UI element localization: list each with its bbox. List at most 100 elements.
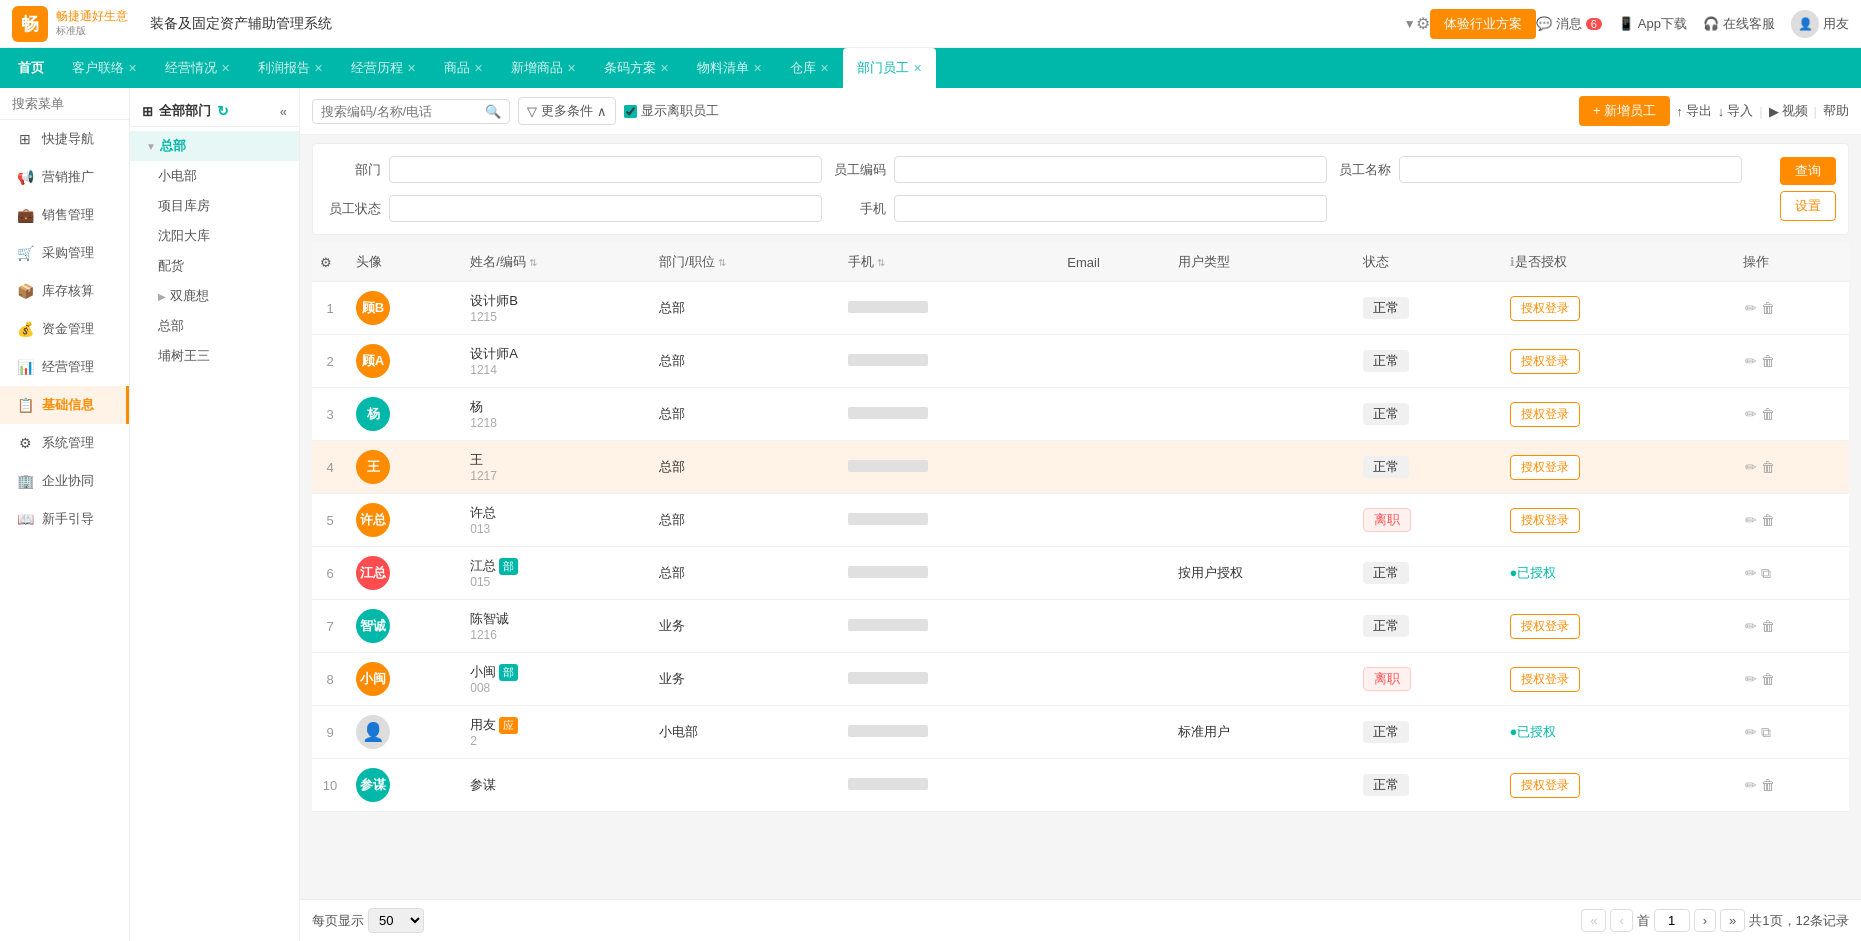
tab-customer[interactable]: 客户联络 ✕: [58, 48, 151, 88]
delete-icon[interactable]: 🗑: [1761, 618, 1775, 634]
delete-icon[interactable]: 🗑: [1761, 406, 1775, 422]
close-profit[interactable]: ✕: [314, 62, 323, 75]
delete-icon[interactable]: 🗑: [1761, 459, 1775, 475]
sidebar-item-enterprise[interactable]: 🏢 企业协同: [0, 462, 129, 500]
settings-icon[interactable]: ⚙: [1416, 14, 1430, 33]
emp-name-filter-input[interactable]: [1399, 156, 1742, 183]
set-button[interactable]: 设置: [1780, 191, 1836, 221]
emp-code-filter-input[interactable]: [894, 156, 1327, 183]
sidebar-item-operation[interactable]: 📊 经营管理: [0, 348, 129, 386]
delete-icon[interactable]: 🗑: [1761, 512, 1775, 528]
dept-filter-select[interactable]: [389, 156, 822, 183]
delete-icon[interactable]: 🗑: [1761, 353, 1775, 369]
close-history[interactable]: ✕: [407, 62, 416, 75]
service-btn[interactable]: 🎧 在线客服: [1703, 15, 1775, 33]
dept-node-xiao-dian[interactable]: 小电部: [130, 161, 299, 191]
close-barcode[interactable]: ✕: [660, 62, 669, 75]
dept-node-shenyang[interactable]: 沈阳大库: [130, 221, 299, 251]
phone-filter-input[interactable]: [894, 195, 1327, 222]
dept-tree-collapse-icon[interactable]: «: [280, 104, 287, 119]
sidebar-item-purchase[interactable]: 🛒 采购管理: [0, 234, 129, 272]
copy-icon[interactable]: ⧉: [1761, 565, 1771, 581]
add-employee-button[interactable]: + 新增员工: [1579, 96, 1670, 126]
trial-button[interactable]: 体验行业方案: [1430, 9, 1536, 39]
col-dept[interactable]: 部门/职位⇅: [651, 243, 840, 282]
auth-login-button[interactable]: 授权登录: [1510, 667, 1580, 692]
sidebar-item-marketing[interactable]: 📢 营销推广: [0, 158, 129, 196]
close-bom[interactable]: ✕: [753, 62, 762, 75]
sidebar-item-system[interactable]: ⚙ 系统管理: [0, 424, 129, 462]
sidebar-search-input[interactable]: [12, 96, 130, 111]
last-page-btn[interactable]: »: [1720, 909, 1745, 932]
message-btn[interactable]: 💬 消息 6: [1536, 15, 1602, 33]
delete-icon[interactable]: 🗑: [1761, 671, 1775, 687]
dept-node-pumiao[interactable]: 埔树王三: [130, 341, 299, 371]
close-department[interactable]: ✕: [913, 62, 922, 75]
tab-profit[interactable]: 利润报告 ✕: [244, 48, 337, 88]
tab-home[interactable]: 首页: [4, 48, 58, 88]
tab-add-goods[interactable]: 新增商品 ✕: [497, 48, 590, 88]
auth-login-button[interactable]: 授权登录: [1510, 773, 1580, 798]
edit-icon[interactable]: ✏: [1745, 565, 1757, 581]
app-download-btn[interactable]: 📱 App下载: [1618, 15, 1687, 33]
system-title-dropdown[interactable]: ▼: [1404, 17, 1416, 31]
delete-icon[interactable]: 🗑: [1761, 300, 1775, 316]
tab-barcode[interactable]: 条码方案 ✕: [590, 48, 683, 88]
dept-node-zongbu-root[interactable]: ▼ 总部: [130, 131, 299, 161]
next-page-btn[interactable]: ›: [1694, 909, 1716, 932]
tab-department[interactable]: 部门员工 ✕: [843, 48, 936, 88]
tab-warehouse[interactable]: 仓库 ✕: [776, 48, 843, 88]
status-filter-select[interactable]: [389, 195, 822, 222]
edit-icon[interactable]: ✏: [1745, 300, 1757, 316]
import-btn[interactable]: ↓ 导入: [1718, 102, 1754, 120]
dept-node-shuanglu[interactable]: ▶ 双鹿想: [130, 281, 299, 311]
search-icon[interactable]: 🔍: [485, 104, 501, 119]
col-name[interactable]: 姓名/编码⇅: [462, 243, 651, 282]
delete-icon[interactable]: 🗑: [1761, 777, 1775, 793]
tab-bom[interactable]: 物料清单 ✕: [683, 48, 776, 88]
edit-icon[interactable]: ✏: [1745, 618, 1757, 634]
sidebar-item-sales[interactable]: 💼 销售管理: [0, 196, 129, 234]
edit-icon[interactable]: ✏: [1745, 724, 1757, 740]
sidebar-item-finance[interactable]: 💰 资金管理: [0, 310, 129, 348]
dept-node-zongbu2[interactable]: 总部: [130, 311, 299, 341]
show-departed-label[interactable]: 显示离职员工: [624, 102, 719, 120]
tab-operation[interactable]: 经营情况 ✕: [151, 48, 244, 88]
view-btn[interactable]: ▶ 视频: [1769, 102, 1808, 120]
dept-tree-refresh-icon[interactable]: ↻: [217, 103, 229, 119]
close-customer[interactable]: ✕: [128, 62, 137, 75]
auth-login-button[interactable]: 授权登录: [1510, 402, 1580, 427]
sidebar-item-basic-info[interactable]: 📋 基础信息: [0, 386, 129, 424]
edit-icon[interactable]: ✏: [1745, 406, 1757, 422]
dept-node-peihuo[interactable]: 配货: [130, 251, 299, 281]
search-input[interactable]: [321, 104, 481, 119]
col-auth[interactable]: ℹ是否授权: [1502, 243, 1699, 282]
edit-icon[interactable]: ✏: [1745, 777, 1757, 793]
close-warehouse[interactable]: ✕: [820, 62, 829, 75]
edit-icon[interactable]: ✏: [1745, 353, 1757, 369]
sidebar-item-quick-nav[interactable]: ⊞ 快捷导航: [0, 120, 129, 158]
query-button[interactable]: 查询: [1780, 157, 1836, 185]
auth-login-button[interactable]: 授权登录: [1510, 455, 1580, 480]
auth-login-button[interactable]: 授权登录: [1510, 508, 1580, 533]
prev-page-btn[interactable]: ‹: [1610, 909, 1632, 932]
tab-goods[interactable]: 商品 ✕: [430, 48, 497, 88]
col-phone[interactable]: 手机⇅: [840, 243, 1059, 282]
help-btn[interactable]: 帮助: [1823, 102, 1849, 120]
col-settings[interactable]: ⚙: [312, 243, 348, 282]
edit-icon[interactable]: ✏: [1745, 671, 1757, 687]
edit-icon[interactable]: ✏: [1745, 512, 1757, 528]
first-page-btn[interactable]: «: [1581, 909, 1606, 932]
export-btn[interactable]: ↑ 导出: [1676, 102, 1712, 120]
auth-login-button[interactable]: 授权登录: [1510, 296, 1580, 321]
sidebar-item-inventory[interactable]: 📦 库存核算: [0, 272, 129, 310]
auth-login-button[interactable]: 授权登录: [1510, 614, 1580, 639]
close-goods[interactable]: ✕: [474, 62, 483, 75]
tab-history[interactable]: 经营历程 ✕: [337, 48, 430, 88]
edit-icon[interactable]: ✏: [1745, 459, 1757, 475]
close-add-goods[interactable]: ✕: [567, 62, 576, 75]
dept-node-project[interactable]: 项目库房: [130, 191, 299, 221]
page-input[interactable]: [1654, 909, 1690, 932]
user-area[interactable]: 👤 用友: [1791, 10, 1849, 38]
copy-icon[interactable]: ⧉: [1761, 724, 1771, 740]
